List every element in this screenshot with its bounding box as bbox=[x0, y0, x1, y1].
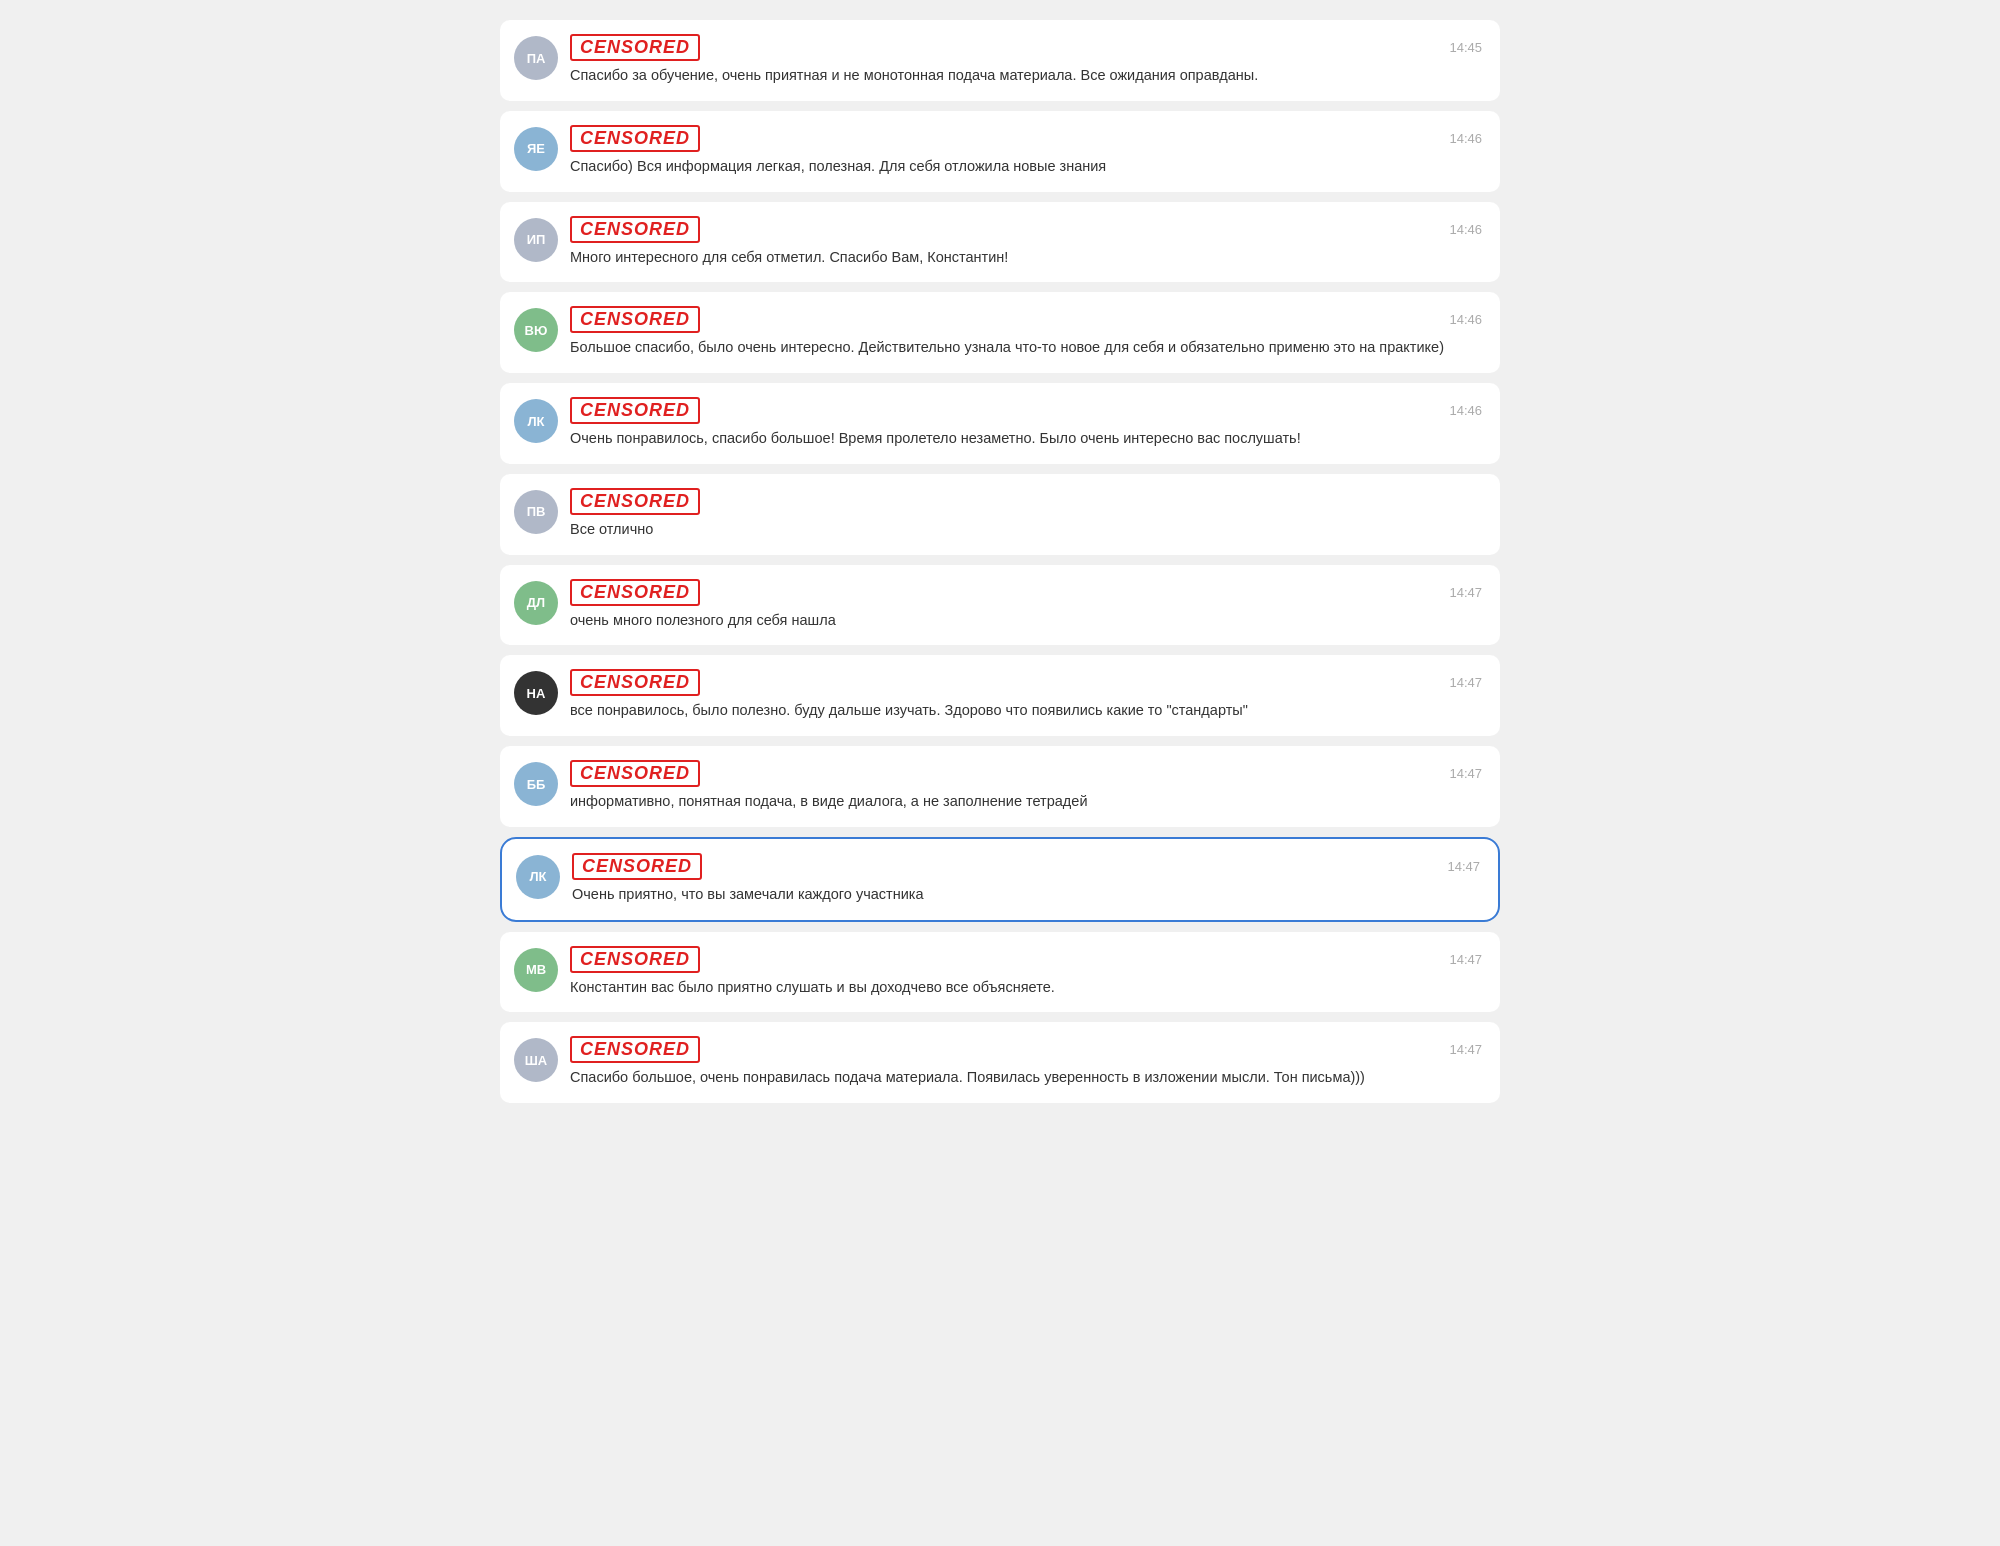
message-body: CENSORED 14:45 Спасибо за обучение, очень … bbox=[570, 34, 1482, 87]
avatar: МВ bbox=[514, 948, 558, 992]
message-text: Спасибо) Вся информация легкая, полезная… bbox=[570, 156, 1482, 178]
message-time: 14:47 bbox=[1449, 675, 1482, 690]
censored-badge: CENSORED bbox=[570, 1036, 700, 1063]
message-body: CENSORED 14:47 очень много полезного для с… bbox=[570, 579, 1482, 632]
message-body: CENSORED Все отлично bbox=[570, 488, 1482, 541]
message-time: 14:47 bbox=[1447, 859, 1480, 874]
message-header: CENSORED 14:47 bbox=[570, 1036, 1482, 1063]
message-header: CENSORED 14:46 bbox=[570, 125, 1482, 152]
censored-badge: CENSORED bbox=[570, 669, 700, 696]
avatar: НА bbox=[514, 671, 558, 715]
message-text: Очень приятно, что вы замечали каждого у… bbox=[572, 884, 1480, 906]
message-row[interactable]: ЛК CENSORED 14:47 Очень приятно, что вы зам… bbox=[500, 837, 1500, 922]
message-time: 14:47 bbox=[1449, 1042, 1482, 1057]
message-header: CENSORED 14:47 bbox=[570, 946, 1482, 973]
avatar: ЯЕ bbox=[514, 127, 558, 171]
message-time: 14:47 bbox=[1449, 766, 1482, 781]
censored-badge: CENSORED bbox=[572, 853, 702, 880]
message-header: CENSORED 14:46 bbox=[570, 306, 1482, 333]
message-row[interactable]: ЯЕ CENSORED 14:46 Спасибо) Вся информация л… bbox=[500, 111, 1500, 192]
message-text: Константин вас было приятно слушать и вы… bbox=[570, 977, 1482, 999]
message-body: CENSORED 14:47 информативно, понятная пода… bbox=[570, 760, 1482, 813]
avatar: ИП bbox=[514, 218, 558, 262]
message-body: CENSORED 14:46 Спасибо) Вся информация лег… bbox=[570, 125, 1482, 178]
message-body: CENSORED 14:46 Много интересного для себя … bbox=[570, 216, 1482, 269]
message-row[interactable]: ПВ CENSORED Все отлично bbox=[500, 474, 1500, 555]
message-body: CENSORED 14:47 Очень приятно, что вы замеч… bbox=[572, 853, 1480, 906]
message-time: 14:45 bbox=[1449, 40, 1482, 55]
message-row[interactable]: ВЮ CENSORED 14:46 Большое спасибо, было оче… bbox=[500, 292, 1500, 373]
message-row[interactable]: ДЛ CENSORED 14:47 очень много полезного для… bbox=[500, 565, 1500, 646]
message-header: CENSORED 14:47 bbox=[570, 669, 1482, 696]
message-time: 14:46 bbox=[1449, 131, 1482, 146]
censored-badge: CENSORED bbox=[570, 579, 700, 606]
avatar: ПВ bbox=[514, 490, 558, 534]
message-text: информативно, понятная подача, в виде ди… bbox=[570, 791, 1482, 813]
message-row[interactable]: ПА CENSORED 14:45 Спасибо за обучение, очен… bbox=[500, 20, 1500, 101]
message-row[interactable]: НА CENSORED 14:47 все понравилось, было пол… bbox=[500, 655, 1500, 736]
censored-badge: CENSORED bbox=[570, 216, 700, 243]
censored-badge: CENSORED bbox=[570, 34, 700, 61]
avatar: ЛК bbox=[514, 399, 558, 443]
avatar: ББ bbox=[514, 762, 558, 806]
message-text: Много интересного для себя отметил. Спас… bbox=[570, 247, 1482, 269]
avatar: ПА bbox=[514, 36, 558, 80]
message-time: 14:47 bbox=[1449, 952, 1482, 967]
message-header: CENSORED 14:45 bbox=[570, 34, 1482, 61]
message-text: все понравилось, было полезно. буду даль… bbox=[570, 700, 1482, 722]
message-time: 14:46 bbox=[1449, 222, 1482, 237]
censored-badge: CENSORED bbox=[570, 397, 700, 424]
avatar: ША bbox=[514, 1038, 558, 1082]
message-body: CENSORED 14:47 все понравилось, было полез… bbox=[570, 669, 1482, 722]
message-header: CENSORED 14:47 bbox=[572, 853, 1480, 880]
message-row[interactable]: ША CENSORED 14:47 Спасибо большое, очень по… bbox=[500, 1022, 1500, 1103]
message-text: Большое спасибо, было очень интересно. Д… bbox=[570, 337, 1482, 359]
message-time: 14:47 bbox=[1449, 585, 1482, 600]
avatar: ЛК bbox=[516, 855, 560, 899]
message-body: CENSORED 14:47 Спасибо большое, очень понр… bbox=[570, 1036, 1482, 1089]
censored-badge: CENSORED bbox=[570, 125, 700, 152]
censored-badge: CENSORED bbox=[570, 946, 700, 973]
avatar: ВЮ bbox=[514, 308, 558, 352]
message-text: Спасибо за обучение, очень приятная и не… bbox=[570, 65, 1482, 87]
message-body: CENSORED 14:46 Очень понравилось, спасибо … bbox=[570, 397, 1482, 450]
message-header: CENSORED 14:46 bbox=[570, 397, 1482, 424]
message-time: 14:46 bbox=[1449, 312, 1482, 327]
censored-badge: CENSORED bbox=[570, 760, 700, 787]
message-row[interactable]: ЛК CENSORED 14:46 Очень понравилось, спасиб… bbox=[500, 383, 1500, 464]
message-row[interactable]: МВ CENSORED 14:47 Константин вас было прият… bbox=[500, 932, 1500, 1013]
message-header: CENSORED 14:47 bbox=[570, 579, 1482, 606]
avatar: ДЛ bbox=[514, 581, 558, 625]
message-text: Спасибо большое, очень понравилась подач… bbox=[570, 1067, 1482, 1089]
message-header: CENSORED 14:47 bbox=[570, 760, 1482, 787]
message-header: CENSORED 14:46 bbox=[570, 216, 1482, 243]
message-header: CENSORED bbox=[570, 488, 1482, 515]
message-time: 14:46 bbox=[1449, 403, 1482, 418]
censored-badge: CENSORED bbox=[570, 488, 700, 515]
message-body: CENSORED 14:47 Константин вас было приятно… bbox=[570, 946, 1482, 999]
message-text: Очень понравилось, спасибо большое! Врем… bbox=[570, 428, 1482, 450]
chat-list: ПА CENSORED 14:45 Спасибо за обучение, очен… bbox=[500, 20, 1500, 1103]
message-text: очень много полезного для себя нашла bbox=[570, 610, 1482, 632]
message-text: Все отлично bbox=[570, 519, 1482, 541]
censored-badge: CENSORED bbox=[570, 306, 700, 333]
message-body: CENSORED 14:46 Большое спасибо, было очень… bbox=[570, 306, 1482, 359]
message-row[interactable]: ББ CENSORED 14:47 информативно, понятная по… bbox=[500, 746, 1500, 827]
message-row[interactable]: ИП CENSORED 14:46 Много интересного для себ… bbox=[500, 202, 1500, 283]
